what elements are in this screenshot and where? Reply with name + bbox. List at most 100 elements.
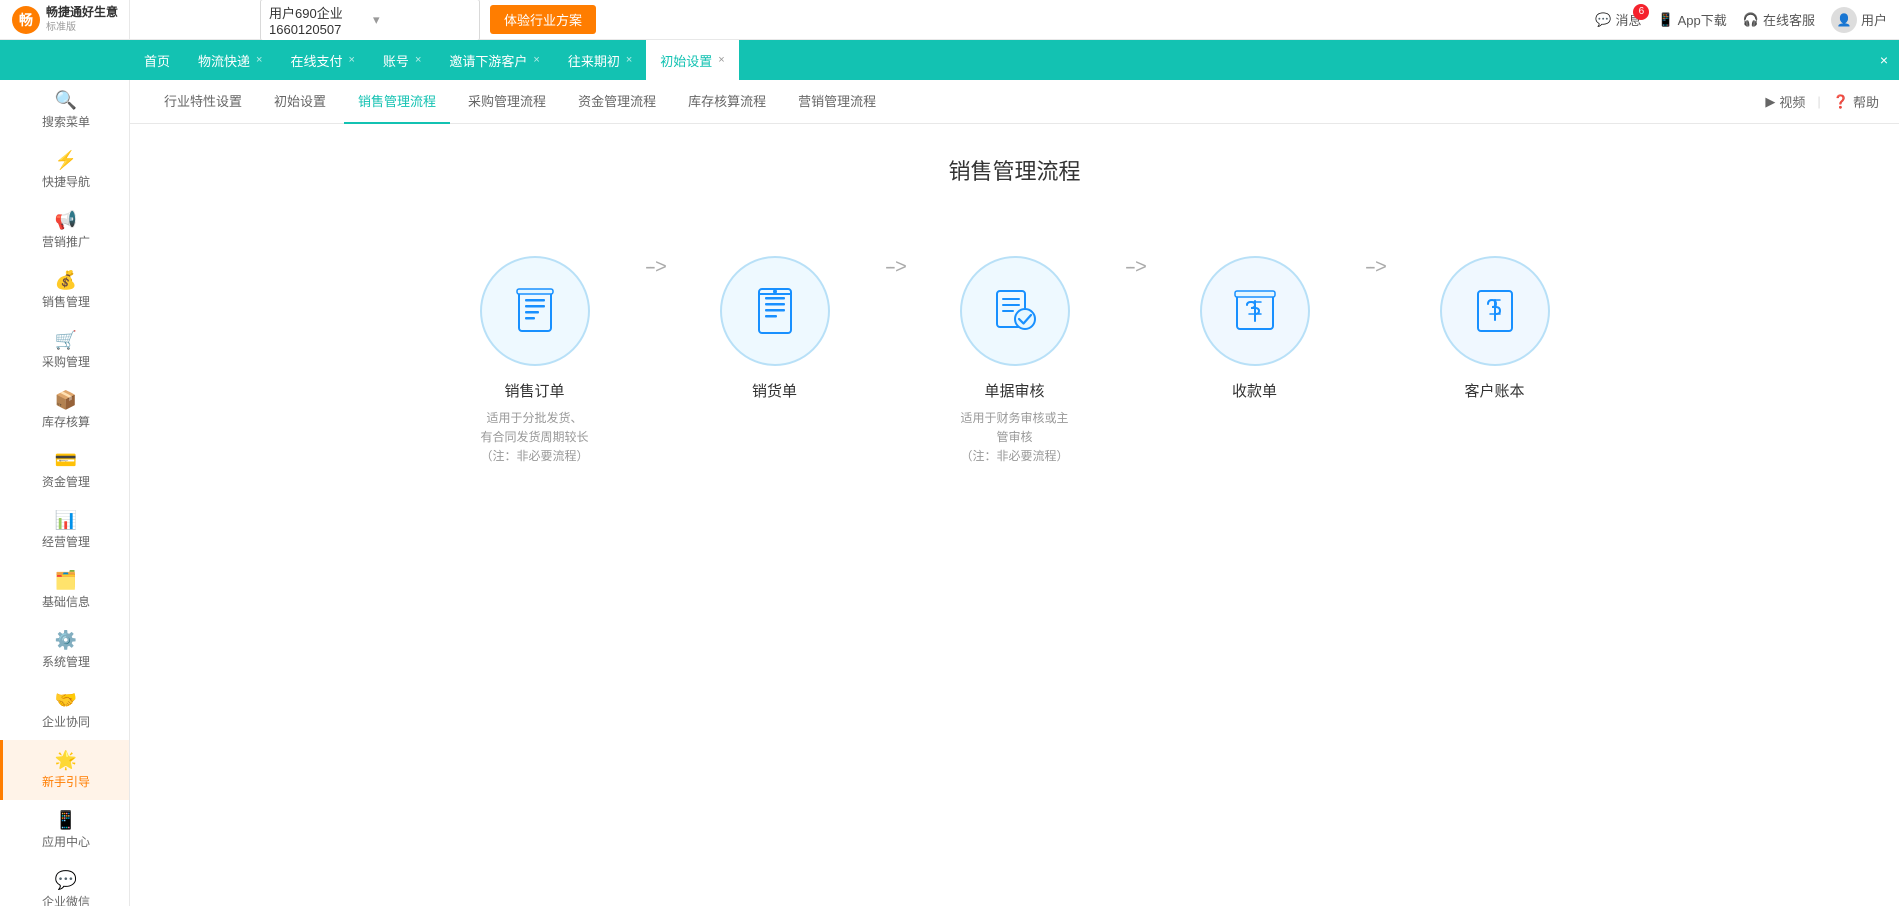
flow-circle-receipt (1200, 256, 1310, 366)
close-icon[interactable]: × (348, 54, 354, 66)
sub-tabs-left: 行业特性设置 初始设置 销售管理流程 采购管理流程 资金管理流程 库存核算流程 (150, 80, 894, 123)
step-label-invoice: 销货单 (752, 380, 797, 401)
avatar: 👤 (1831, 7, 1857, 33)
message-icon: 💬 (1595, 12, 1611, 28)
quick-icon: ⚡ (55, 150, 77, 171)
flow-arrow-2: -- > (865, 256, 925, 339)
sidebar-item-basic[interactable]: 🗂️ 基础信息 (0, 560, 129, 620)
download-icon: 📱 (1657, 12, 1673, 28)
flow-arrow-4: -- > (1345, 256, 1405, 339)
finance-icon: 💳 (55, 450, 77, 471)
flow-step-account: 客户账本 (1405, 256, 1585, 409)
sidebar-item-search[interactable]: 🔍 搜索菜单 (0, 80, 129, 140)
sub-tab-inventory-flow[interactable]: 库存核算流程 (674, 80, 780, 124)
nav-tab-invite[interactable]: 邀请下游客户 × (435, 40, 553, 80)
nav-tab-home[interactable]: 首页 (130, 40, 184, 80)
sidebar-item-finance[interactable]: 💳 资金管理 (0, 440, 129, 500)
help-button[interactable]: ❓ 帮助 (1833, 92, 1879, 111)
close-all-button[interactable]: × (1869, 40, 1899, 80)
sub-tab-purchase-flow[interactable]: 采购管理流程 (454, 80, 560, 124)
sidebar-item-operations[interactable]: 📊 经营管理 (0, 500, 129, 560)
close-icon[interactable]: × (415, 54, 421, 66)
appcenter-icon: 📱 (55, 810, 77, 831)
order-icon (509, 285, 561, 337)
chevron-down-icon: ▾ (373, 12, 471, 28)
step-desc-audit: 适用于财务审核或主管审核（注：非必要流程） (960, 409, 1068, 467)
flow-step-invoice: 销货单 (685, 256, 865, 409)
invoice-icon (749, 285, 801, 337)
sub-tab-marketing-flow[interactable]: 营销管理流程 (784, 80, 890, 124)
sidebar-item-system[interactable]: ⚙️ 系统管理 (0, 620, 129, 680)
close-icon[interactable]: × (718, 54, 724, 66)
sidebar-item-purchase[interactable]: 🛒 采购管理 (0, 320, 129, 380)
logo-area: 畅 畅捷通好生意 标准版 (0, 0, 130, 40)
flow-step-sales-order: 销售订单 适用于分批发货、有合同发货周期较长（注：非必要流程） (445, 256, 625, 467)
page-title: 销售管理流程 (170, 154, 1859, 186)
newguide-icon: 🌟 (55, 750, 77, 771)
step-label-account: 客户账本 (1464, 380, 1524, 401)
step-desc-sales-order: 适用于分批发货、有合同发货周期较长（注：非必要流程） (480, 409, 588, 467)
flow-step-receipt: 收款单 (1165, 256, 1345, 409)
help-icon: ❓ (1833, 94, 1849, 110)
basic-icon: 🗂️ (55, 570, 77, 591)
flow-arrow-3: -- > (1105, 256, 1165, 339)
video-button[interactable]: ▶ 视频 (1765, 92, 1805, 111)
nav-tab-logistics[interactable]: 物流快递 × (184, 40, 276, 80)
step-label-receipt: 收款单 (1232, 380, 1277, 401)
page-content: 销售管理流程 销售订单 (130, 124, 1899, 906)
message-badge: 6 (1633, 4, 1649, 20)
sub-tab-finance-flow[interactable]: 资金管理流程 (564, 80, 670, 124)
sub-tabs-right: ▶ 视频 | ❓ 帮助 (1765, 92, 1879, 111)
nav-tab-payment[interactable]: 在线支付 × (276, 40, 368, 80)
nav-tabs-bar: 首页 物流快递 × 在线支付 × 账号 × 邀请下游客户 × 往来期初 × 初始… (0, 40, 1899, 80)
sub-tabs: 行业特性设置 初始设置 销售管理流程 采购管理流程 资金管理流程 库存核算流程 (130, 80, 1899, 124)
sidebar-item-quick[interactable]: ⚡ 快捷导航 (0, 140, 129, 200)
step-label-sales-order: 销售订单 (504, 380, 564, 401)
sidebar-item-collab[interactable]: 🤝 企业协同 (0, 680, 129, 740)
flow-step-audit: 单据审核 适用于财务审核或主管审核（注：非必要流程） (925, 256, 1105, 467)
purchase-icon: 🛒 (55, 330, 77, 351)
headset-icon: 🎧 (1743, 12, 1759, 28)
sidebar-item-newguide[interactable]: 🌟 新手引导 (0, 740, 129, 800)
top-bar-right: 💬 消息 6 📱 App下载 🎧 在线客服 👤 用户 (1595, 7, 1887, 33)
close-icon[interactable]: × (533, 54, 539, 66)
message-button[interactable]: 💬 消息 6 (1595, 10, 1641, 29)
sub-tab-industry[interactable]: 行业特性设置 (150, 80, 256, 124)
close-icon[interactable]: × (256, 54, 262, 66)
close-icon[interactable]: × (626, 54, 632, 66)
audit-icon (989, 285, 1041, 337)
operations-icon: 📊 (55, 510, 77, 531)
sidebar-item-inventory[interactable]: 📦 库存核算 (0, 380, 129, 440)
sub-tab-init[interactable]: 初始设置 (260, 80, 340, 124)
wechat-icon: 💬 (55, 870, 77, 891)
trial-button[interactable]: 体验行业方案 (490, 5, 596, 34)
sidebar-item-wechat[interactable]: 💬 企业微信 (0, 860, 129, 906)
content-area: 行业特性设置 初始设置 销售管理流程 采购管理流程 资金管理流程 库存核算流程 (130, 80, 1899, 906)
main-layout: 🔍 搜索菜单 ⚡ 快捷导航 📢 营销推广 💰 销售管理 🛒 采购管理 📦 库存核… (0, 80, 1899, 906)
collab-icon: 🤝 (55, 690, 77, 711)
flow-circle-audit (960, 256, 1070, 366)
flow-diagram: 销售订单 适用于分批发货、有合同发货周期较长（注：非必要流程） -- > (170, 236, 1859, 487)
user-menu-button[interactable]: 👤 用户 (1831, 7, 1887, 33)
sub-tab-sales-flow[interactable]: 销售管理流程 (344, 80, 450, 124)
flow-circle-sales-order (480, 256, 590, 366)
user-selector[interactable]: 用户690企业1660120507 ▾ (260, 0, 480, 41)
user-icon: 👤 (1837, 13, 1852, 27)
nav-tab-opening[interactable]: 往来期初 × (554, 40, 646, 80)
flow-circle-invoice (720, 256, 830, 366)
nav-tab-init[interactable]: 初始设置 × (646, 40, 738, 80)
flow-circle-account (1440, 256, 1550, 366)
system-icon: ⚙️ (55, 630, 77, 651)
search-icon: 🔍 (55, 90, 77, 111)
logo-text: 畅捷通好生意 标准版 (46, 5, 118, 34)
sidebar-item-sales[interactable]: 💰 销售管理 (0, 260, 129, 320)
logo-icon: 畅 (12, 6, 40, 34)
sidebar-item-marketing[interactable]: 📢 营销推广 (0, 200, 129, 260)
sales-icon: 💰 (55, 270, 77, 291)
online-service-button[interactable]: 🎧 在线客服 (1743, 10, 1815, 29)
sidebar-item-appcenter[interactable]: 📱 应用中心 (0, 800, 129, 860)
inventory-icon: 📦 (55, 390, 77, 411)
app-download-button[interactable]: 📱 App下载 (1657, 10, 1726, 29)
flow-arrow-1: -- > (625, 256, 685, 339)
nav-tab-account[interactable]: 账号 × (369, 40, 435, 80)
